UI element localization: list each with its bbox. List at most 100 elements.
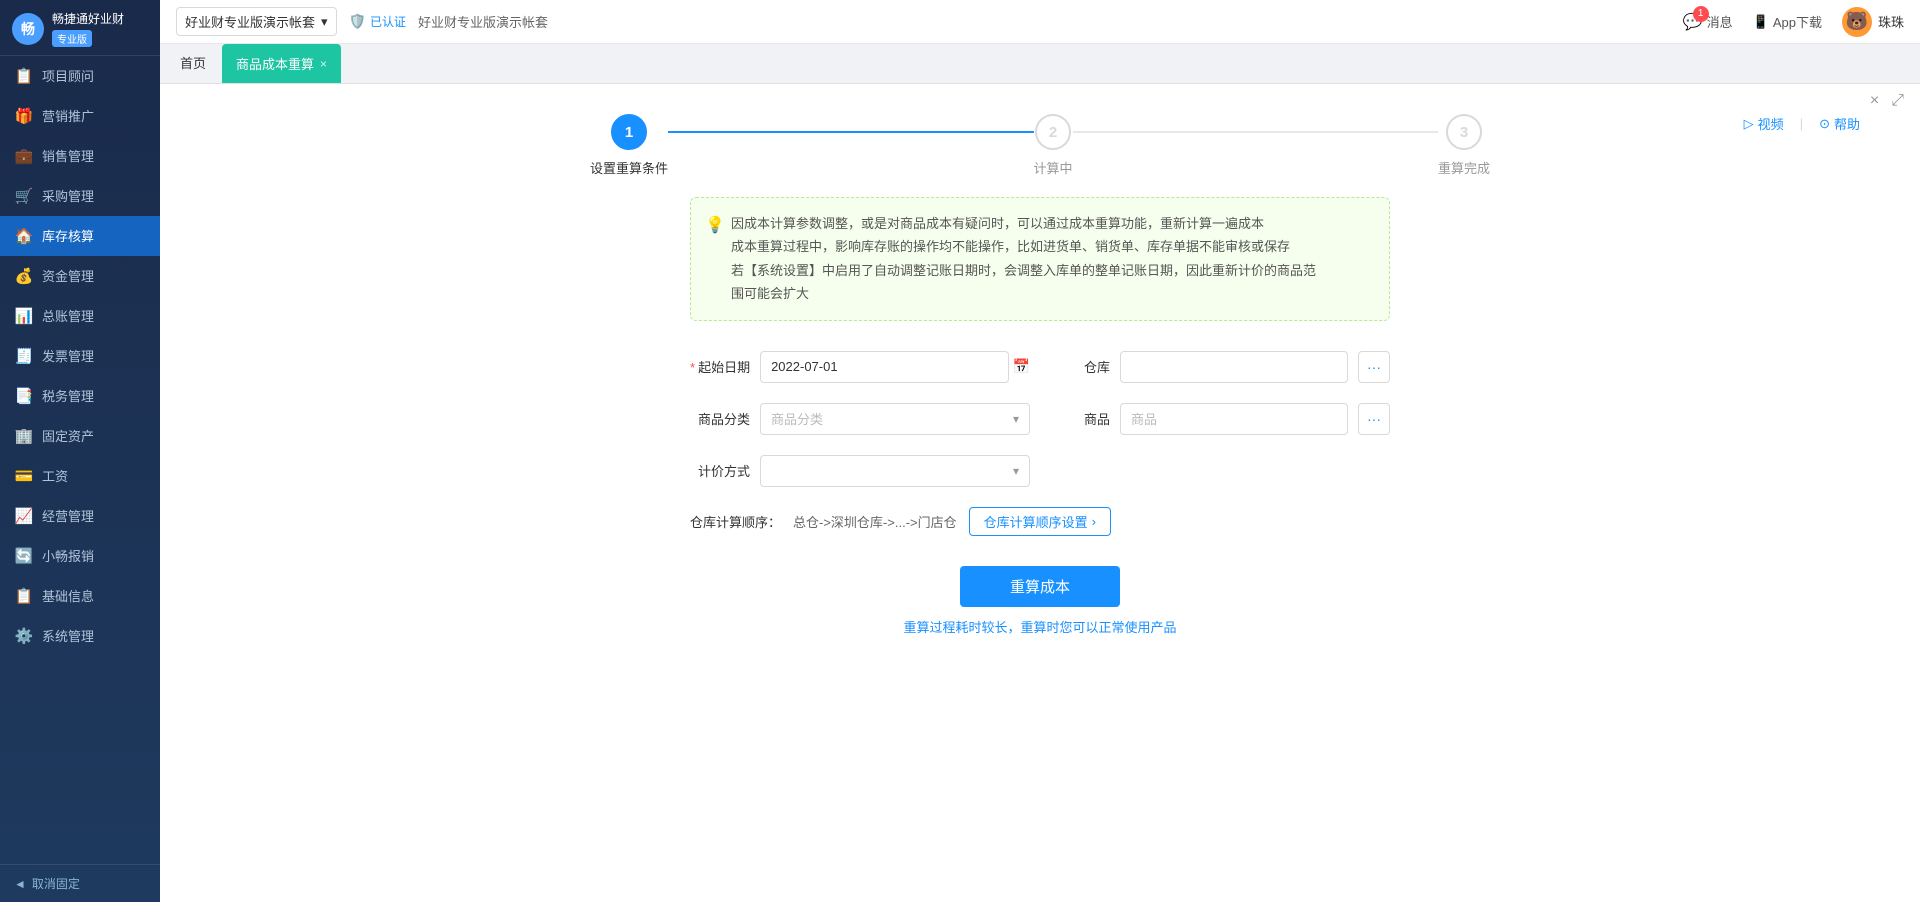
sidebar-item-label: 经营管理 [42, 506, 94, 525]
chevron-down-icon: ▾ [1013, 464, 1019, 478]
video-label: 视频 [1758, 114, 1784, 133]
category-select[interactable]: 商品分类 ▾ [760, 403, 1030, 435]
sidebar-item-invoice[interactable]: 🧾 发票管理 [0, 336, 160, 376]
step-1-circle: 1 [611, 114, 647, 150]
messages-button[interactable]: 💬 1 消息 [1683, 12, 1733, 32]
user-menu[interactable]: 🐻 珠珠 [1842, 7, 1904, 37]
shield-icon: 🛡️ [349, 13, 366, 30]
expand-window-button[interactable]: ⤢ [1891, 92, 1904, 110]
warehouse-order-button[interactable]: 仓库计算顺序设置 › [969, 507, 1111, 536]
help-link[interactable]: ⊙ 帮助 [1819, 114, 1860, 133]
sidebar-item-expense[interactable]: 🔄 小畅报销 [0, 536, 160, 576]
sidebar-item-salary[interactable]: 💳 工资 [0, 456, 160, 496]
close-window-button[interactable]: × [1870, 92, 1879, 110]
app-download-button[interactable]: 📱 App下载 [1753, 12, 1822, 31]
form-row-3: 计价方式 ▾ [690, 455, 1390, 487]
sidebar-item-project[interactable]: 📋 项目顾问 [0, 56, 160, 96]
sidebar-unpin[interactable]: ◄ 取消固定 [0, 864, 160, 902]
help-tools: ▷ 视频 | ⊙ 帮助 [1744, 114, 1860, 133]
sales-icon: 💼 [14, 146, 34, 166]
step-3-label: 重算完成 [1438, 158, 1490, 177]
info-line-3: 若【系统设置】中启用了自动调整记账日期时，会调整入库单的整单记账日期，因此重新计… [731, 259, 1373, 282]
tabbar: 首页 商品成本重算 × [160, 44, 1920, 84]
form-row-2: 商品分类 商品分类 ▾ 商品 商品 ··· [690, 403, 1390, 435]
verified-text: 已认证 [370, 13, 406, 30]
user-name: 珠珠 [1878, 12, 1904, 31]
message-badge: 1 [1693, 6, 1709, 22]
finance-icon: 💰 [14, 266, 34, 286]
chevron-right-icon: › [1092, 514, 1096, 529]
expense-icon: 🔄 [14, 546, 34, 566]
sidebar-item-tax[interactable]: 📑 税务管理 [0, 376, 160, 416]
avatar: 🐻 [1842, 7, 1872, 37]
tab-recalc[interactable]: 商品成本重算 × [222, 44, 341, 83]
start-date-group: 起始日期 2022-07-01 📅 [690, 351, 1030, 383]
operations-icon: 📈 [14, 506, 34, 526]
product-label: 商品 [1050, 409, 1110, 428]
sidebar-item-inventory[interactable]: 🏠 库存核算 [0, 216, 160, 256]
sidebar-item-label: 税务管理 [42, 386, 94, 405]
sidebar-item-basic[interactable]: 📋 基础信息 [0, 576, 160, 616]
recalc-hint: 重算过程耗时较长，重算时您可以正常使用产品 [903, 617, 1176, 636]
sidebar-item-label: 库存核算 [42, 226, 94, 245]
step-3-circle: 3 [1446, 114, 1482, 150]
category-placeholder: 商品分类 [771, 409, 823, 428]
topbar: 好业财专业版演示帐套 ▾ 🛡️ 已认证 好业财专业版演示帐套 💬 1 消息 📱 … [160, 0, 1920, 44]
category-label: 商品分类 [690, 409, 750, 428]
calendar-icon[interactable]: 📅 [1013, 358, 1030, 375]
warehouse-dots-button[interactable]: ··· [1358, 351, 1390, 383]
logo-icon: 畅 [12, 13, 44, 45]
message-icon: 💬 1 [1683, 12, 1703, 32]
form-section: 起始日期 2022-07-01 📅 仓库 ··· 商 [690, 351, 1390, 536]
lightbulb-icon: 💡 [705, 212, 725, 241]
sidebar-item-label: 固定资产 [42, 426, 94, 445]
warehouse-order-row: 仓库计算顺序： 总仓->深圳仓库->...->门店仓 仓库计算顺序设置 › [690, 507, 1390, 536]
app-label: App下载 [1773, 12, 1822, 31]
product-dots-button[interactable]: ··· [1358, 403, 1390, 435]
logo-name: 畅捷通好业财 [52, 12, 124, 28]
pricing-select[interactable]: ▾ [760, 455, 1030, 487]
sidebar-item-assets[interactable]: 🏢 固定资产 [0, 416, 160, 456]
separator: | [1800, 116, 1803, 131]
step-2-circle: 2 [1035, 114, 1071, 150]
sidebar-item-purchase[interactable]: 🛒 采购管理 [0, 176, 160, 216]
sidebar-item-label: 基础信息 [42, 586, 94, 605]
steps-container: 1 设置重算条件 2 计算中 3 重算完成 [590, 114, 1490, 177]
tab-close-icon[interactable]: × [320, 57, 327, 71]
inventory-icon: 🏠 [14, 226, 34, 246]
video-link[interactable]: ▷ 视频 [1744, 114, 1784, 133]
warehouse-input[interactable] [1120, 351, 1348, 383]
recalc-button[interactable]: 重算成本 [960, 566, 1120, 607]
info-line-4: 围可能会扩大 [731, 282, 1373, 305]
step-1-label: 设置重算条件 [590, 158, 668, 177]
info-line-2: 成本重算过程中，影响库存账的操作均不能操作，比如进货单、销货单、库存单据不能审核… [731, 235, 1373, 258]
account-selector[interactable]: 好业财专业版演示帐套 ▾ [176, 7, 337, 36]
tab-home[interactable]: 首页 [168, 44, 218, 83]
warehouse-order-btn-label: 仓库计算顺序设置 [984, 512, 1088, 531]
start-date-input[interactable]: 2022-07-01 [760, 351, 1008, 383]
sidebar-item-label: 采购管理 [42, 186, 94, 205]
sidebar-item-system[interactable]: ⚙️ 系统管理 [0, 616, 160, 656]
sidebar-item-sales[interactable]: 💼 销售管理 [0, 136, 160, 176]
content-area: × ⤢ ▷ 视频 | ⊙ 帮助 1 设置重算条件 [160, 84, 1920, 902]
product-input[interactable]: 商品 [1120, 403, 1348, 435]
sidebar-item-marketing[interactable]: 🎁 营销推广 [0, 96, 160, 136]
warehouse-label: 仓库 [1050, 357, 1110, 376]
sidebar-item-finance[interactable]: 💰 资金管理 [0, 256, 160, 296]
main-area: 好业财专业版演示帐套 ▾ 🛡️ 已认证 好业财专业版演示帐套 💬 1 消息 📱 … [160, 0, 1920, 902]
invoice-icon: 🧾 [14, 346, 34, 366]
salary-icon: 💳 [14, 466, 34, 486]
start-date-field: 2022-07-01 📅 [760, 351, 1030, 383]
sidebar-item-accounting[interactable]: 📊 总账管理 [0, 296, 160, 336]
help-label: 帮助 [1834, 114, 1860, 133]
category-group: 商品分类 商品分类 ▾ [690, 403, 1030, 435]
step-3: 3 重算完成 [1438, 114, 1490, 177]
sidebar-item-label: 营销推广 [42, 106, 94, 125]
step-connector-1 [668, 131, 1033, 133]
sidebar-item-label: 销售管理 [42, 146, 94, 165]
window-controls: × ⤢ [1870, 92, 1904, 110]
play-icon: ▷ [1744, 116, 1754, 132]
chevron-down-icon: ▾ [321, 14, 328, 30]
sidebar-item-operations[interactable]: 📈 经营管理 [0, 496, 160, 536]
sidebar-item-label: 发票管理 [42, 346, 94, 365]
